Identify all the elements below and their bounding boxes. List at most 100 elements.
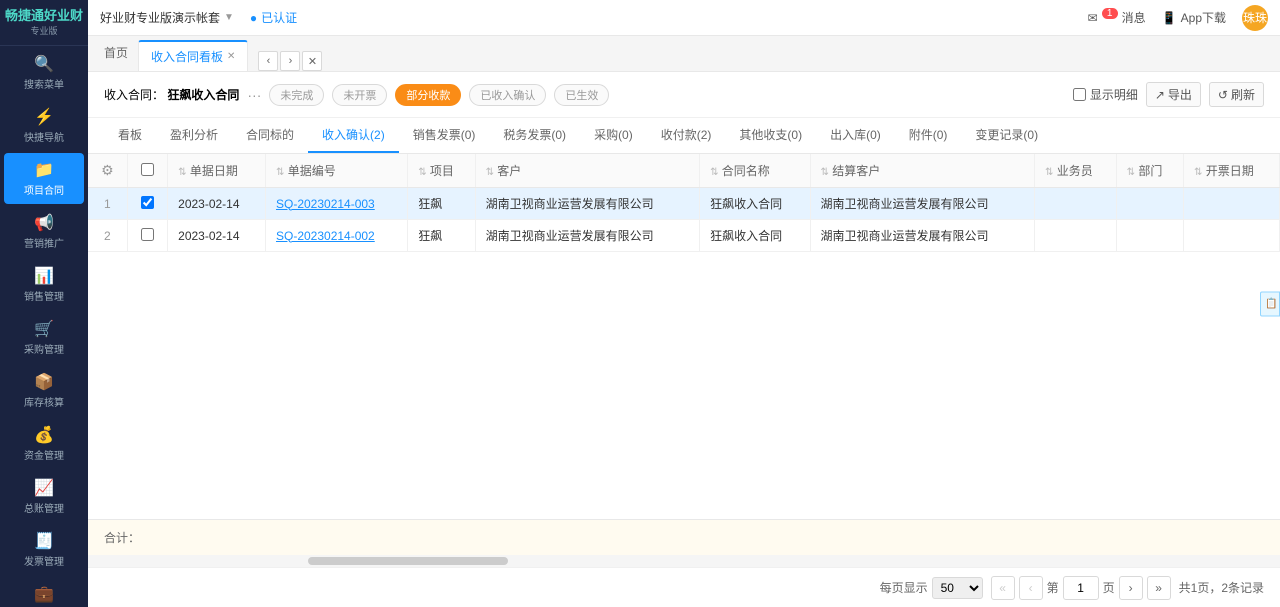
row-department [1116,220,1183,252]
table-row[interactable]: 1 2023-02-14 SQ-20230214-003 狂飙 湖南卫视商业运营… [88,188,1280,220]
total-records-info: 共1页，2条记录 [1179,579,1264,596]
message-badge: 1 [1102,8,1118,19]
more-actions-icon[interactable]: ··· [247,87,261,103]
show-detail-checkbox-label[interactable]: 显示明细 [1073,86,1138,103]
sidebar-item-label: 搜索菜单 [24,76,64,91]
float-action-button[interactable]: 📋 [1260,291,1280,316]
sidebar-item-marketing[interactable]: 📢 营销推广 [4,206,84,257]
project-icon: 📁 [34,160,54,180]
sort-project-icon[interactable]: ⇅ [418,167,426,178]
page-size-select[interactable]: 10 20 50 100 [932,577,983,599]
sidebar-item-inventory[interactable]: 📦 库存核算 [4,365,84,416]
table-header-salesman: ⇅ 业务员 [1035,154,1117,188]
row-number-link[interactable]: SQ-20230214-003 [265,188,407,220]
total-label: 合计： [104,529,140,546]
table-header-invoice-date: ⇅ 开票日期 [1184,154,1280,188]
row-contract: 狂飙收入合同 [700,188,810,220]
sort-contract-icon[interactable]: ⇅ [710,167,718,178]
subtab-sales-invoice[interactable]: 销售发票(0) [399,118,490,153]
row-settle-customer: 湖南卫视商业运营发展有限公司 [810,220,1034,252]
sidebar-item-invoice[interactable]: 🧾 发票管理 [4,524,84,575]
page-size-selector: 每页显示 10 20 50 100 [880,577,983,599]
avatar-text: 珠珠 [1243,9,1267,26]
refresh-button[interactable]: ↺ 刷新 [1209,82,1264,107]
sort-date-icon[interactable]: ⇅ [178,167,186,178]
last-page-button[interactable]: » [1147,576,1171,600]
contract-title: 收入合同： 狂飙收入合同 [104,86,239,103]
status-partial-button[interactable]: 部分收款 [395,84,461,106]
subtab-inout[interactable]: 出入库(0) [816,118,895,153]
row-date: 2023-02-14 [168,188,266,220]
contract-title-text: 收入合同： [104,88,164,102]
show-detail-checkbox[interactable] [1073,88,1086,101]
export-button[interactable]: ↗ 导出 [1146,82,1201,107]
column-settings-icon[interactable]: ⚙ [101,162,114,178]
subtab-payment[interactable]: 收付款(2) [647,118,726,153]
scrollbar-thumb[interactable] [308,557,508,565]
row-checkbox[interactable] [141,196,154,209]
status-confirmed-button[interactable]: 已收入确认 [469,84,546,106]
status-effective-button[interactable]: 已生效 [554,84,609,106]
sidebar-item-tax[interactable]: 💼 税务管理 [4,577,84,607]
sidebar-item-project[interactable]: 📁 项目合同 [4,153,84,204]
page-number-input[interactable] [1063,576,1099,600]
horizontal-scrollbar[interactable] [88,555,1280,567]
sidebar-item-ledger[interactable]: 📈 总账管理 [4,471,84,522]
subtab-subject[interactable]: 合同标的 [232,118,308,153]
message-icon: ✉ [1088,11,1098,25]
home-tab[interactable]: 首页 [104,35,128,71]
subtab-attachment[interactable]: 附件(0) [895,118,962,153]
prev-tab-button[interactable]: ‹ [258,51,278,71]
sort-customer-icon[interactable]: ⇅ [486,167,494,178]
select-all-checkbox[interactable] [141,163,154,176]
close-all-tabs-button[interactable]: ✕ [302,51,322,71]
sort-dept-icon[interactable]: ⇅ [1127,167,1135,178]
next-page-button[interactable]: › [1119,576,1143,600]
subtab-revenue-confirm[interactable]: 收入确认(2) [308,118,399,153]
purchase-icon: 🛒 [34,319,54,339]
sort-invoice-date-icon[interactable]: ⇅ [1194,167,1202,178]
row-customer: 湖南卫视商业运营发展有限公司 [475,220,699,252]
sidebar-item-sales[interactable]: 📊 销售管理 [4,259,84,310]
company-name: 好业财专业版演示帐套 [100,9,220,26]
user-avatar[interactable]: 珠珠 [1242,5,1268,31]
page-label: 第 [1047,579,1059,596]
row-number-link[interactable]: SQ-20230214-002 [265,220,407,252]
sidebar-item-purchase[interactable]: 🛒 采购管理 [4,312,84,363]
prev-page-button[interactable]: ‹ [1019,576,1043,600]
subtab-profit[interactable]: 盈利分析 [156,118,232,153]
sort-settle-icon[interactable]: ⇅ [821,167,829,178]
status-incomplete-button[interactable]: 未完成 [269,84,324,106]
quick-icon: ⚡ [34,107,54,127]
status-uninvoiced-button[interactable]: 未开票 [332,84,387,106]
sidebar-item-label: 库存核算 [24,394,64,409]
table-header-gear: ⚙ [88,154,127,188]
sidebar-item-search[interactable]: 🔍 搜索菜单 [4,47,84,98]
close-tab-icon[interactable]: ✕ [227,51,235,62]
subtab-change-log[interactable]: 变更记录(0) [961,118,1052,153]
first-page-button[interactable]: « [991,576,1015,600]
invoice-icon: 🧾 [34,531,54,551]
tab-contract-board[interactable]: 收入合同看板 ✕ [138,40,248,71]
next-tab-button[interactable]: › [280,51,300,71]
row-checkbox[interactable] [141,228,154,241]
app-download-label: App下载 [1181,9,1226,26]
export-icon: ↗ [1155,88,1165,102]
ledger-icon: 📈 [34,478,54,498]
subtab-tax-invoice[interactable]: 税务发票(0) [489,118,580,153]
sidebar-item-quicknav[interactable]: ⚡ 快捷导航 [4,100,84,151]
company-selector[interactable]: 好业财专业版演示帐套 ▼ [100,9,234,26]
app-download-button[interactable]: 📱 App下载 [1162,9,1226,26]
sidebar-item-finance[interactable]: 💰 资金管理 [4,418,84,469]
sort-salesman-icon[interactable]: ⇅ [1045,167,1053,178]
message-button[interactable]: ✉ 1 消息 [1088,9,1146,26]
table-row[interactable]: 2 2023-02-14 SQ-20230214-002 狂飙 湖南卫视商业运营… [88,220,1280,252]
subtab-kanban[interactable]: 看板 [104,118,156,153]
row-checkbox-cell [127,220,167,252]
page-size-label: 每页显示 [880,579,928,596]
sort-number-icon[interactable]: ⇅ [276,167,284,178]
tabbar: 首页 收入合同看板 ✕ ‹ › ✕ [88,36,1280,72]
subtab-other[interactable]: 其他收支(0) [725,118,816,153]
sidebar-item-label: 销售管理 [24,288,64,303]
subtab-purchase[interactable]: 采购(0) [580,118,647,153]
